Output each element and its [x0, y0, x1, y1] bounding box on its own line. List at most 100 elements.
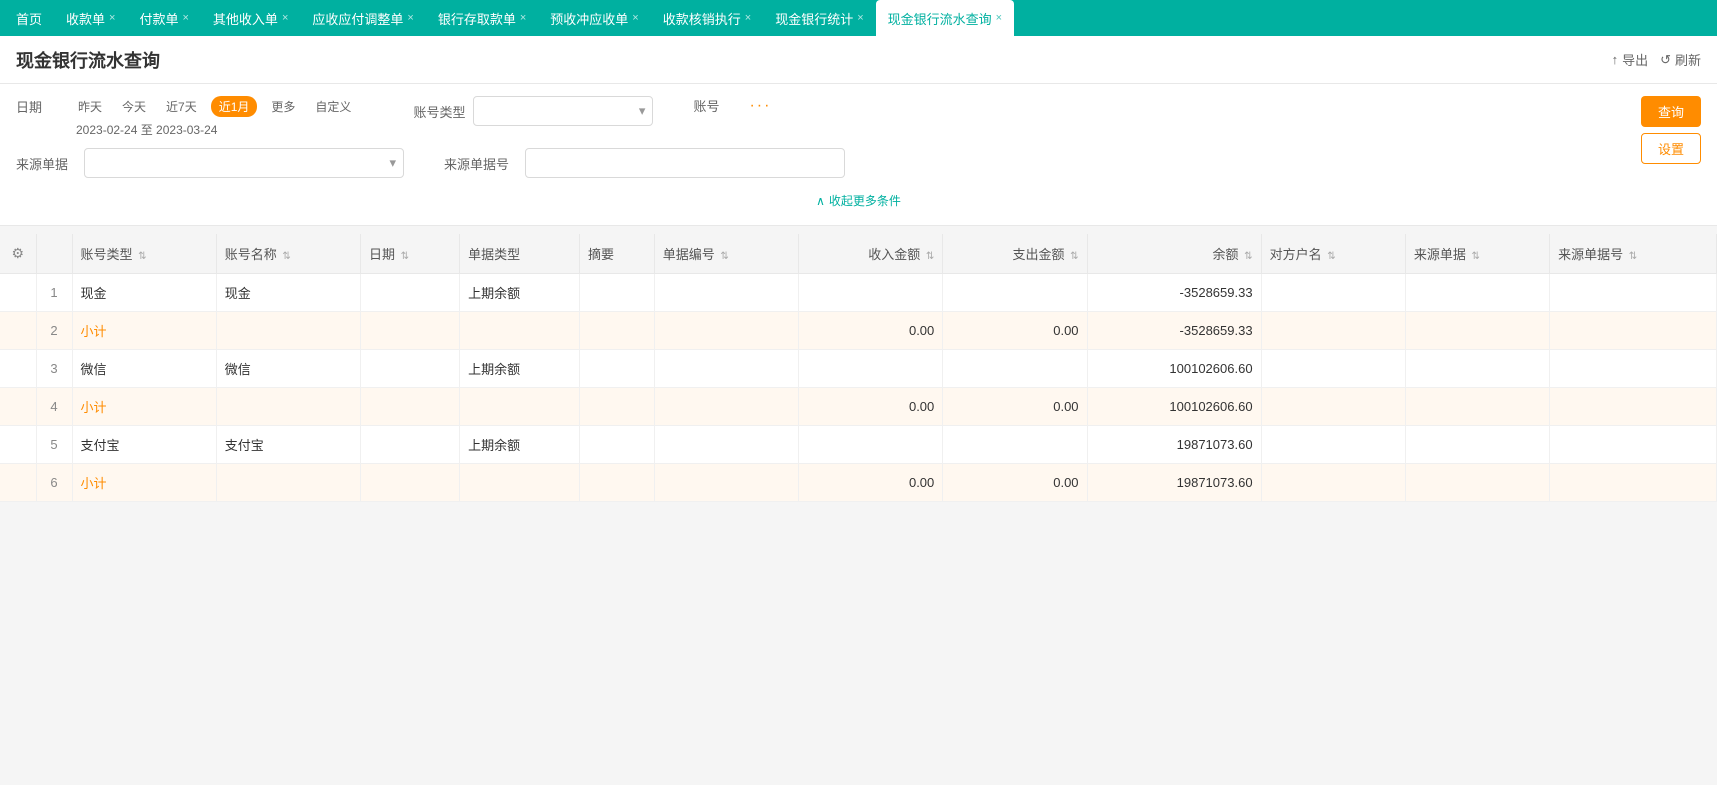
row-balance: 100102606.60 [1087, 350, 1261, 388]
row-doc-type [460, 464, 580, 502]
close-icon[interactable]: × [520, 12, 526, 24]
nav-home[interactable]: 首页 [4, 0, 54, 36]
row-doc-type: 上期余额 [460, 350, 580, 388]
source-doc-select[interactable] [84, 148, 404, 178]
table-row: 4 小计 0.00 0.00 100102606.60 [0, 388, 1717, 426]
row-account-type: 小计 [72, 388, 216, 426]
date-yesterday[interactable]: 昨天 [72, 96, 108, 117]
export-button[interactable]: ↑ 导出 [1612, 50, 1649, 69]
row-checkbox-cell [0, 426, 36, 464]
row-checkbox-cell [0, 312, 36, 350]
table-body: 1 现金 现金 上期余额 -3528659.33 2 小计 0.00 0.00 … [0, 274, 1717, 502]
col-balance[interactable]: 余额 ⇅ [1087, 234, 1261, 274]
nav-cash-bank-stats[interactable]: 现金银行统计 × [763, 0, 875, 36]
date-today[interactable]: 今天 [116, 96, 152, 117]
row-number: 1 [36, 274, 72, 312]
date-7days[interactable]: 近7天 [160, 96, 203, 117]
col-account-name[interactable]: 账号名称 ⇅ [216, 234, 360, 274]
row-balance: 100102606.60 [1087, 388, 1261, 426]
row-expense: 0.00 [943, 312, 1087, 350]
row-checkbox-cell [0, 388, 36, 426]
account-ellipsis-button[interactable]: ··· [749, 97, 771, 115]
collapse-icon: ∧ [816, 194, 825, 208]
row-summary [580, 388, 655, 426]
row-doc-no [654, 274, 798, 312]
row-doc-no [654, 312, 798, 350]
nav-receipt[interactable]: 收款单 × [54, 0, 127, 36]
row-account-type: 现金 [72, 274, 216, 312]
date-range-display: 2023-02-24 至 2023-03-24 [76, 123, 217, 137]
row-account-name: 现金 [216, 274, 360, 312]
close-icon[interactable]: × [857, 12, 863, 24]
sort-icon: ⇅ [138, 251, 146, 262]
row-source-doc [1405, 274, 1549, 312]
row-party [1261, 274, 1405, 312]
row-source-doc-no [1550, 464, 1717, 502]
row-income: 0.00 [799, 388, 943, 426]
row-summary [580, 426, 655, 464]
sort-icon: ⇅ [1471, 251, 1479, 262]
filter-area: 日期 昨天 今天 近7天 近1月 更多 自定义 2023-02-24 至 202… [0, 84, 1717, 226]
row-checkbox-cell [0, 274, 36, 312]
nav-cash-bank-flow[interactable]: 现金银行流水查询 × [876, 0, 1014, 36]
row-number: 5 [36, 426, 72, 464]
close-icon[interactable]: × [182, 12, 188, 24]
source-doc-no-input[interactable] [525, 148, 845, 178]
collapse-bar[interactable]: ∧ 收起更多条件 [16, 188, 1701, 213]
top-navigation: 首页 收款单 × 付款单 × 其他收入单 × 应收应付调整单 × 银行存取款单 … [0, 0, 1717, 36]
settings-button[interactable]: 设置 [1641, 133, 1701, 164]
date-label: 日期 [16, 97, 64, 116]
close-icon[interactable]: × [407, 12, 413, 24]
nav-receipt-exec[interactable]: 收款核销执行 × [651, 0, 763, 36]
table-settings-icon[interactable]: ⚙ [11, 245, 24, 261]
col-party[interactable]: 对方户名 ⇅ [1261, 234, 1405, 274]
account-type-select[interactable] [473, 96, 653, 126]
row-source-doc [1405, 426, 1549, 464]
refresh-button[interactable]: ↺ 刷新 [1660, 50, 1701, 69]
nav-other-income[interactable]: 其他收入单 × [201, 0, 300, 36]
row-date [361, 464, 460, 502]
sort-icon: ⇅ [1244, 251, 1252, 262]
row-account-name: 支付宝 [216, 426, 360, 464]
query-button[interactable]: 查询 [1641, 96, 1701, 127]
row-doc-no [654, 350, 798, 388]
row-source-doc [1405, 464, 1549, 502]
row-doc-no [654, 426, 798, 464]
row-expense: 0.00 [943, 464, 1087, 502]
col-doc-type: 单据类型 [460, 234, 580, 274]
row-account-type: 支付宝 [72, 426, 216, 464]
col-expense[interactable]: 支出金额 ⇅ [943, 234, 1087, 274]
row-party [1261, 388, 1405, 426]
row-doc-no [654, 388, 798, 426]
row-account-name [216, 464, 360, 502]
row-date [361, 350, 460, 388]
row-summary [580, 312, 655, 350]
export-icon: ↑ [1612, 52, 1619, 67]
col-source-doc[interactable]: 来源单据 ⇅ [1405, 234, 1549, 274]
col-account-type[interactable]: 账号类型 ⇅ [72, 234, 216, 274]
col-date[interactable]: 日期 ⇅ [361, 234, 460, 274]
sort-icon: ⇅ [1070, 251, 1078, 262]
col-summary: 摘要 [580, 234, 655, 274]
date-custom[interactable]: 自定义 [309, 96, 357, 117]
nav-bank-deposit[interactable]: 银行存取款单 × [426, 0, 538, 36]
row-balance: 19871073.60 [1087, 464, 1261, 502]
row-account-name [216, 388, 360, 426]
col-source-doc-no[interactable]: 来源单据号 ⇅ [1550, 234, 1717, 274]
close-icon[interactable]: × [996, 12, 1002, 24]
nav-payment[interactable]: 付款单 × [127, 0, 200, 36]
close-icon[interactable]: × [745, 12, 751, 24]
date-1month[interactable]: 近1月 [211, 96, 258, 117]
col-income[interactable]: 收入金额 ⇅ [799, 234, 943, 274]
close-icon[interactable]: × [632, 12, 638, 24]
row-doc-type: 上期余额 [460, 426, 580, 464]
col-doc-no[interactable]: 单据编号 ⇅ [654, 234, 798, 274]
close-icon[interactable]: × [109, 12, 115, 24]
nav-prepaid-writeoff[interactable]: 预收冲应收单 × [538, 0, 650, 36]
nav-ar-ap-adjust[interactable]: 应收应付调整单 × [300, 0, 425, 36]
row-income [799, 426, 943, 464]
table-row: 5 支付宝 支付宝 上期余额 19871073.60 [0, 426, 1717, 464]
row-balance: -3528659.33 [1087, 312, 1261, 350]
close-icon[interactable]: × [282, 12, 288, 24]
date-more[interactable]: 更多 [265, 96, 301, 117]
